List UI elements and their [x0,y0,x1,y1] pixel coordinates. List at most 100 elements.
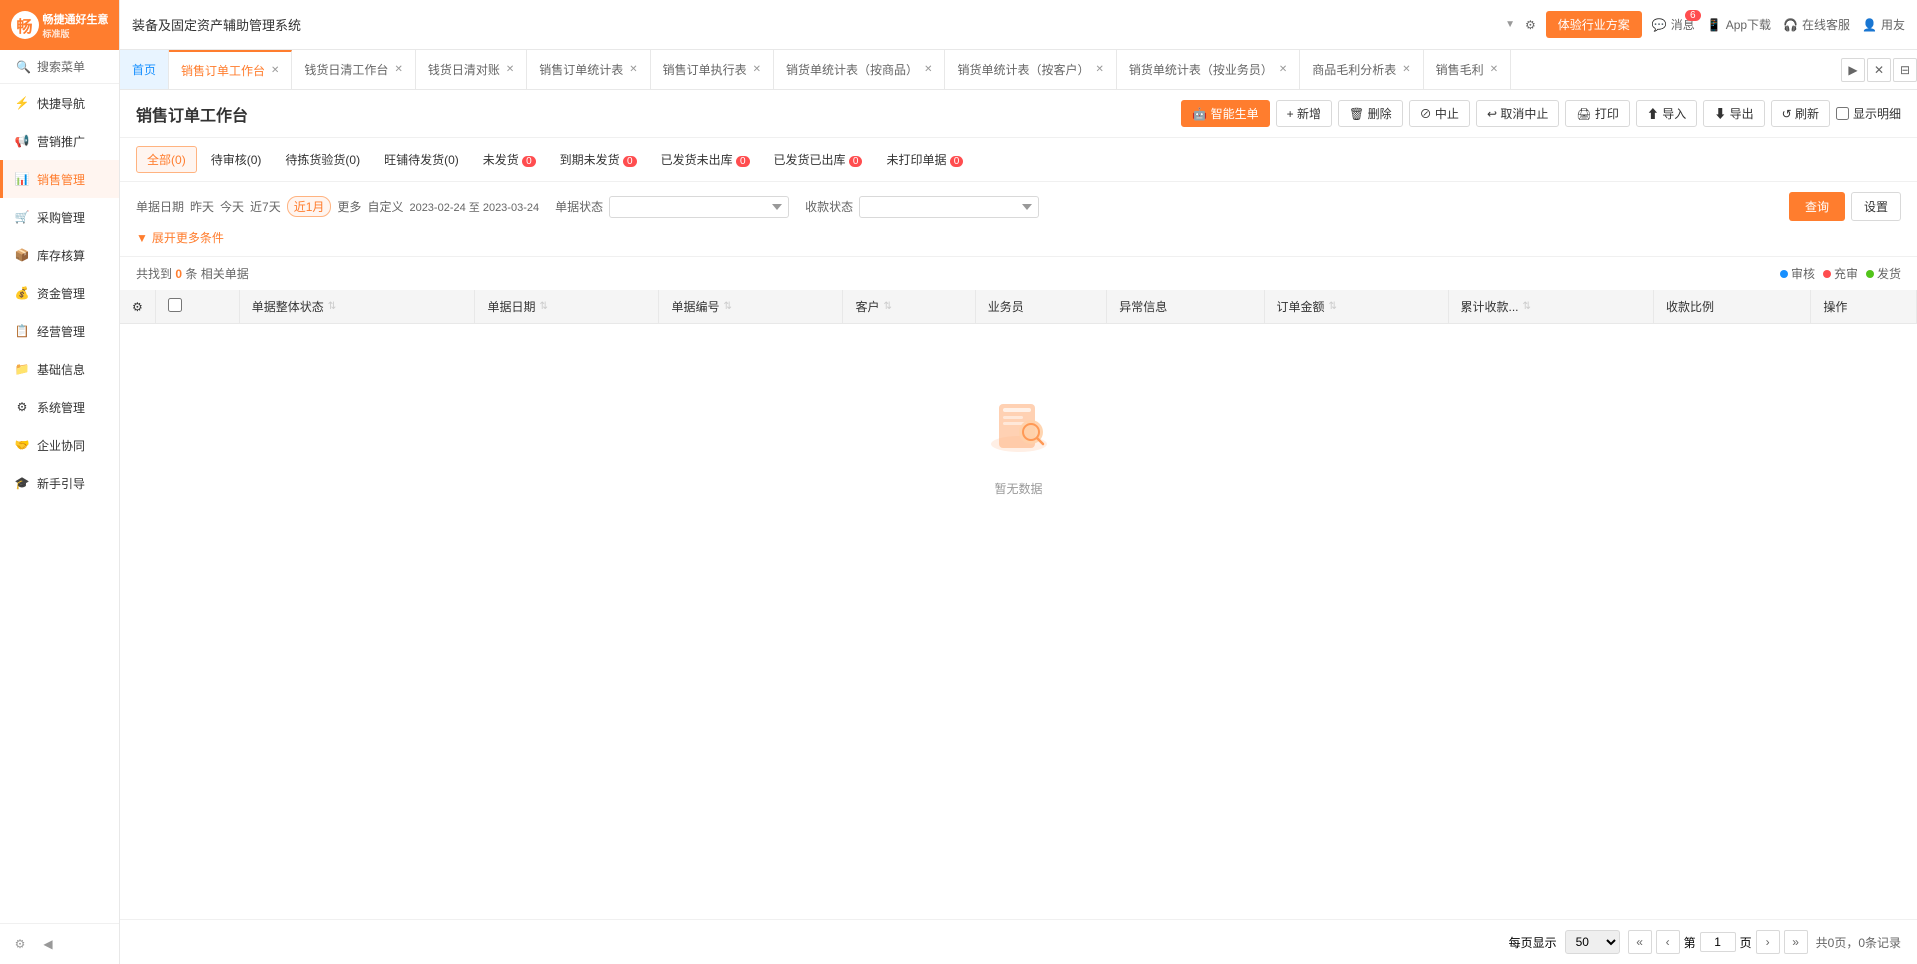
tab-sales-summary-staff[interactable]: 销货单统计表（按业务员） ✕ [1117,50,1300,90]
sidebar-item-finance[interactable]: 💰 资金管理 [0,274,119,312]
col-customer-sortable[interactable]: 客户 ⇅ [855,298,962,315]
sidebar-item-guide[interactable]: 🎓 新手引导 [0,464,119,502]
delete-btn[interactable]: 🗑 删除 [1338,100,1403,127]
add-btn[interactable]: + 新增 [1276,100,1332,127]
system-dropdown-arrow[interactable]: ▼ [1505,19,1515,30]
refresh-btn[interactable]: ↺ 刷新 [1771,100,1830,127]
tab-collapse-btn[interactable]: ⊟ [1893,58,1917,82]
tab-close-sales-stats[interactable]: ✕ [629,64,637,75]
page-number-input[interactable] [1700,932,1736,952]
date-filter: 单据日期 昨天 今天 近7天 近1月 更多 自定义 2023-02-24 至 2… [136,196,539,217]
tab-cash-reconcile[interactable]: 钱货日清对账 ✕ [416,50,527,90]
show-detail-checkbox[interactable] [1836,107,1849,120]
prev-page-btn[interactable]: ‹ [1656,930,1680,954]
message-icon-item[interactable]: 💬 6 消息 [1652,16,1695,33]
tab-sales-profit[interactable]: 销售毛利 ✕ [1424,50,1511,90]
industry-btn[interactable]: 体验行业方案 [1546,11,1642,38]
date-opt-custom[interactable]: 自定义 [367,198,403,215]
col-number-sortable[interactable]: 单据编号 ⇅ [671,298,830,315]
export-btn[interactable]: ⬇ 导出 [1703,100,1764,127]
review-action-btn[interactable]: 审核 [1780,265,1815,282]
import-btn[interactable]: ⬆ 导入 [1636,100,1697,127]
tab-close-product-margin[interactable]: ✕ [1402,64,1410,75]
sidebar-item-operations[interactable]: 📋 经营管理 [0,312,119,350]
user-item[interactable]: 👤 用友 [1862,16,1905,33]
ai-generate-btn[interactable]: 🤖 智能生单 [1181,100,1269,127]
sidebar-item-search[interactable]: 🔍 搜索菜单 [0,50,119,84]
date-opt-more[interactable]: 更多 [337,198,361,215]
sub-tab-pending-inspect[interactable]: 待拣货验货(0) [275,147,370,172]
sidebar-item-quick-nav[interactable]: ⚡ 快捷导航 [0,84,119,122]
header-settings-icon[interactable]: ⚙ [1525,18,1536,32]
sidebar-item-basic-info[interactable]: 📁 基础信息 [0,350,119,388]
app-download-item[interactable]: 📱 App下载 [1707,16,1771,33]
tab-sales-order[interactable]: 销售订单工作台 ✕ [169,50,292,90]
sidebar-collapse-icon[interactable]: ◀ [38,934,58,954]
sub-tab-wangpu[interactable]: 旺铺待发货(0) [374,147,469,172]
date-opt-today[interactable]: 今天 [220,198,244,215]
payment-select[interactable] [859,196,1039,218]
status-select[interactable] [609,196,789,218]
filter-settings-btn[interactable]: 设置 [1851,192,1901,221]
tab-close-sales-exec[interactable]: ✕ [753,64,761,75]
tab-close-cash-reconcile[interactable]: ✕ [506,64,514,75]
col-amount-sortable[interactable]: 订单金额 ⇅ [1277,298,1436,315]
sidebar-settings-icon[interactable]: ⚙ [10,934,30,954]
sidebar-item-inventory[interactable]: 📦 库存核算 [0,236,119,274]
sub-tab-not-shipped[interactable]: 未发货 0 [473,147,546,172]
quick-nav-icon: ⚡ [13,94,31,112]
sub-tab-shipped-not-out[interactable]: 已发货未出库 0 [651,147,760,172]
query-btn[interactable]: 查询 [1789,192,1845,221]
tab-close-cash-daily[interactable]: ✕ [394,64,402,75]
tab-close-sales-summary-customer[interactable]: ✕ [1095,64,1103,75]
sub-tab-all[interactable]: 全部(0) [136,146,197,173]
online-service-label: 在线客服 [1802,16,1850,33]
col-status-sortable[interactable]: 单据整体状态 ⇅ [252,298,463,315]
expand-filter-btn[interactable]: ▼ 展开更多条件 [136,229,1901,246]
select-all-checkbox[interactable] [168,298,182,312]
tab-sales-exec[interactable]: 销售订单执行表 ✕ [651,50,774,90]
cancel-action-btn[interactable]: 充审 [1823,265,1858,282]
sidebar-item-sales[interactable]: 📊 销售管理 [0,160,119,198]
tab-sales-summary-product[interactable]: 销货单统计表（按商品） ✕ [774,50,945,90]
tab-cash-daily[interactable]: 钱货日清工作台 ✕ [292,50,415,90]
tab-close-sales-profit[interactable]: ✕ [1490,64,1498,75]
per-page-select[interactable]: 50 10 20 100 [1565,930,1620,954]
tab-overflow-btn[interactable]: ▶ [1841,58,1865,82]
first-page-btn[interactable]: « [1628,930,1652,954]
sidebar-item-purchase[interactable]: 🛒 采购管理 [0,198,119,236]
sub-tab-expired-not-shipped[interactable]: 到期未发货 0 [550,147,647,172]
tab-close-sales-summary-staff[interactable]: ✕ [1279,64,1287,75]
tab-close-sales-summary-product[interactable]: ✕ [924,64,932,75]
col-date-sortable[interactable]: 单据日期 ⇅ [487,298,646,315]
tab-close-sales-order[interactable]: ✕ [271,65,279,76]
cancel-stop-btn[interactable]: ↩ 取消中止 [1476,100,1559,127]
online-service-item[interactable]: 🎧 在线客服 [1783,16,1850,33]
table-wrapper[interactable]: ⚙ 单据整体状态 ⇅ [120,290,1917,919]
col-received-sortable[interactable]: 累计收款... ⇅ [1461,298,1642,315]
sidebar: 畅 畅捷通好生意 标准版 🔍 搜索菜单 ⚡ 快捷导航 📢 营销推广 📊 销售管理… [0,0,120,964]
col-date: 单据日期 ⇅ [475,290,659,324]
date-opt-7days[interactable]: 近7天 [250,198,281,215]
sidebar-item-marketing[interactable]: 📢 营销推广 [0,122,119,160]
tab-home[interactable]: 首页 [120,50,169,90]
tab-close-all-btn[interactable]: ✕ [1867,58,1891,82]
sidebar-item-system[interactable]: ⚙ 系统管理 [0,388,119,426]
sub-tab-pending-review[interactable]: 待审核(0) [201,147,272,172]
next-page-btn[interactable]: › [1756,930,1780,954]
print-btn[interactable]: 🖨 打印 [1565,100,1630,127]
page-inner: 销售订单工作台 🤖 智能生单 + 新增 🗑 删除 ⊘ 中止 ↩ 取消中止 🖨 打… [120,90,1917,964]
last-page-btn[interactable]: » [1784,930,1808,954]
tab-product-margin[interactable]: 商品毛利分析表 ✕ [1300,50,1423,90]
tab-sales-stats[interactable]: 销售订单统计表 ✕ [527,50,650,90]
status-filter: 单据状态 [555,196,789,218]
sub-tab-not-printed[interactable]: 未打印单据 0 [876,147,973,172]
tab-sales-summary-customer[interactable]: 销货单统计表（按客户） ✕ [945,50,1116,90]
sub-tab-shipped-out[interactable]: 已发货已出库 0 [764,147,873,172]
date-opt-1month[interactable]: 近1月 [287,196,332,217]
col-settings-icon[interactable]: ⚙ [132,300,143,314]
sidebar-item-cooperation[interactable]: 🤝 企业协同 [0,426,119,464]
date-opt-yesterday[interactable]: 昨天 [190,198,214,215]
stop-btn[interactable]: ⊘ 中止 [1409,100,1470,127]
ship-action-btn[interactable]: 发货 [1866,265,1901,282]
